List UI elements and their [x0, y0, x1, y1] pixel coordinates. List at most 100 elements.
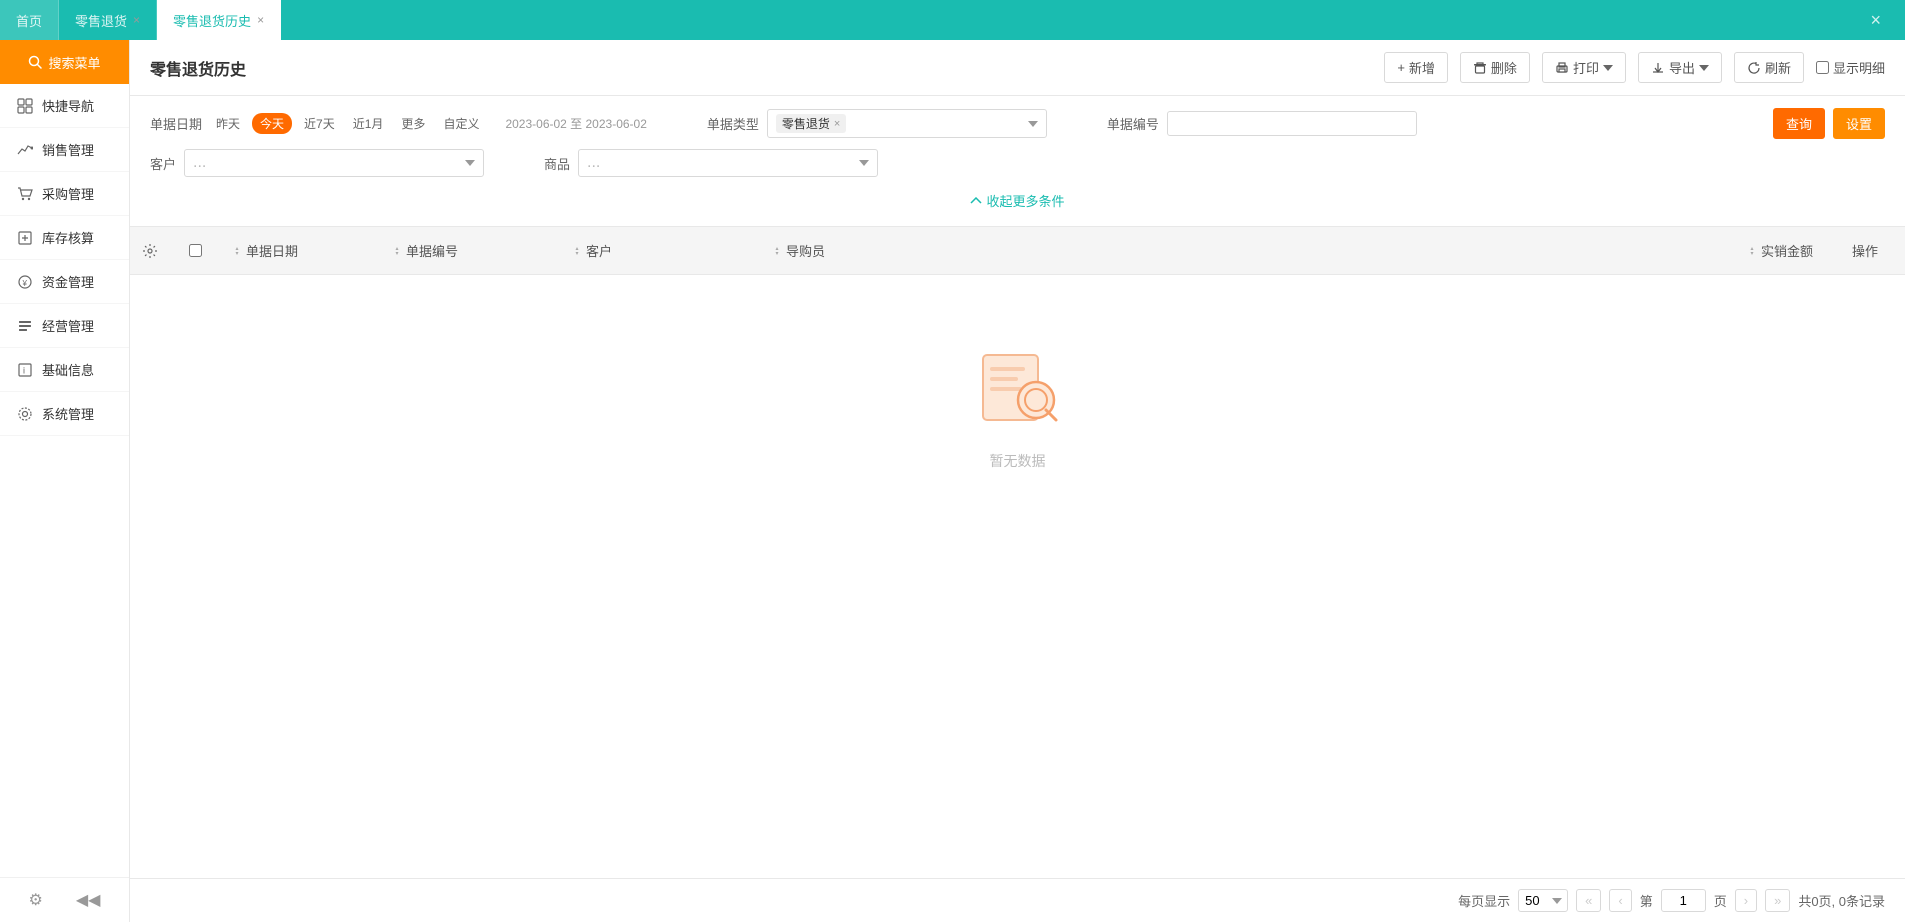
empty-state: 暂无数据 — [130, 275, 1905, 531]
tab-retail-return-history-label: 零售退货历史 — [173, 11, 251, 30]
pagination-next[interactable]: › — [1735, 889, 1757, 912]
settings-button[interactable]: 设置 — [1833, 108, 1885, 139]
per-page-label: 每页显示 — [1458, 891, 1510, 910]
pagination-first[interactable]: « — [1576, 889, 1601, 912]
select-all-checkbox[interactable] — [189, 244, 202, 257]
top-bar-right: × — [1862, 10, 1905, 31]
search-icon — [28, 55, 42, 69]
collapse-icon — [970, 197, 982, 205]
tab-retail-return-history-close[interactable]: × — [257, 13, 264, 27]
sidebar-item-system-mgmt[interactable]: 系统管理 — [0, 392, 129, 436]
tab-retail-return-label: 零售退货 — [75, 11, 127, 30]
delete-button[interactable]: 删除 — [1460, 52, 1530, 83]
th-date[interactable]: 单据日期 — [220, 235, 380, 266]
export-dropdown-icon — [1699, 65, 1709, 71]
sidebar-item-basic-info[interactable]: i 基础信息 — [0, 348, 129, 392]
show-detail-checkbox-label[interactable]: 显示明细 — [1816, 58, 1885, 77]
sort-date-icon — [232, 246, 242, 256]
system-mgmt-label: 系统管理 — [42, 404, 94, 423]
th-amount[interactable]: 实销金额 — [910, 235, 1825, 266]
goods-select[interactable]: ... — [578, 149, 878, 177]
th-bill-no[interactable]: 单据编号 — [380, 235, 560, 266]
bill-no-input[interactable] — [1167, 111, 1417, 136]
th-customer[interactable]: 客户 — [560, 235, 760, 266]
empty-icon — [968, 335, 1068, 435]
th-guide[interactable]: 导购员 — [760, 235, 910, 266]
date-btn-custom[interactable]: 自定义 — [437, 113, 485, 134]
settings-label: 设置 — [1846, 114, 1872, 133]
finance-label: 资金管理 — [42, 272, 94, 291]
tab-home-label: 首页 — [16, 11, 42, 30]
date-btn-yesterday[interactable]: 昨天 — [210, 113, 246, 134]
page-number-input[interactable] — [1661, 889, 1706, 912]
tab-retail-return[interactable]: 零售退货 × — [59, 0, 157, 40]
svg-text:i: i — [23, 365, 25, 375]
delete-icon — [1473, 61, 1487, 75]
th-customer-label: 客户 — [586, 241, 612, 260]
inventory-icon — [16, 229, 34, 247]
goods-dropdown-icon — [859, 160, 869, 166]
customer-select[interactable]: ... — [184, 149, 484, 177]
th-amount-label: 实销金额 — [1761, 241, 1813, 260]
quick-nav-label: 快捷导航 — [42, 96, 94, 115]
date-btn-1month[interactable]: 近1月 — [347, 113, 390, 134]
sidebar-item-inventory[interactable]: 库存核算 — [0, 216, 129, 260]
print-label: 打印 — [1573, 58, 1599, 77]
query-button[interactable]: 查询 — [1773, 108, 1825, 139]
app-close-button[interactable]: × — [1862, 10, 1889, 31]
tab-retail-return-close[interactable]: × — [133, 13, 140, 27]
bill-type-tag-close[interactable]: × — [834, 118, 840, 130]
settings-bottom-icon[interactable]: ⚙ — [29, 890, 43, 910]
sidebar-item-sales-mgmt[interactable]: 销售管理 — [0, 128, 129, 172]
operations-icon — [16, 317, 34, 335]
customer-filter-label: 客户 — [150, 154, 176, 173]
date-btn-more[interactable]: 更多 — [395, 113, 431, 134]
sales-mgmt-label: 销售管理 — [42, 140, 94, 159]
sidebar: 搜索菜单 快捷导航 销售管理 — [0, 40, 130, 922]
print-button[interactable]: 打印 — [1542, 52, 1626, 83]
export-label: 导出 — [1669, 58, 1695, 77]
goods-filter-label: 商品 — [544, 154, 570, 173]
basic-info-label: 基础信息 — [42, 360, 94, 379]
sidebar-item-operations[interactable]: 经营管理 — [0, 304, 129, 348]
date-btn-today[interactable]: 今天 — [252, 113, 292, 134]
show-detail-checkbox[interactable] — [1816, 61, 1829, 74]
th-checkbox[interactable] — [170, 238, 220, 263]
filter-collapse-button[interactable]: 收起更多条件 — [150, 187, 1885, 214]
th-settings[interactable] — [130, 237, 170, 265]
pagination-last[interactable]: » — [1765, 889, 1790, 912]
top-bar: 首页 零售退货 × 零售退货历史 × × — [0, 0, 1905, 40]
sidebar-item-finance[interactable]: ¥ 资金管理 — [0, 260, 129, 304]
sidebar-item-quick-nav[interactable]: 快捷导航 — [0, 84, 129, 128]
bill-type-filter-item: 单据类型 零售退货 × — [707, 109, 1047, 138]
customer-placeholder: ... — [193, 154, 206, 172]
date-btn-7days[interactable]: 近7天 — [298, 113, 341, 134]
search-menu-label: 搜索菜单 — [48, 53, 100, 72]
customer-filter-item: 客户 ... — [150, 149, 484, 177]
new-label: 新增 — [1409, 58, 1435, 77]
query-label: 查询 — [1786, 114, 1812, 133]
refresh-icon — [1747, 61, 1761, 75]
date-range-display: 2023-06-02 至 2023-06-02 — [505, 115, 646, 132]
per-page-select[interactable]: 50 10 20 100 — [1518, 889, 1568, 912]
sidebar-item-purchase-mgmt[interactable]: 采购管理 — [0, 172, 129, 216]
settings-icon[interactable] — [142, 243, 158, 259]
export-button[interactable]: 导出 — [1638, 52, 1722, 83]
total-info: 共0页, 0条记录 — [1798, 891, 1885, 910]
page-label: 第 — [1640, 891, 1653, 910]
sort-guide-icon — [772, 246, 782, 256]
bill-type-dropdown-icon — [1028, 121, 1038, 127]
bill-type-select[interactable]: 零售退货 × — [767, 109, 1047, 138]
system-mgmt-icon — [16, 405, 34, 423]
th-operation: 操作 — [1825, 235, 1905, 266]
new-button[interactable]: + 新增 — [1384, 52, 1448, 83]
collapse-sidebar-icon[interactable]: ◀◀ — [76, 890, 101, 910]
bill-type-tag-label: 零售退货 — [782, 115, 830, 132]
search-menu-button[interactable]: 搜索菜单 — [0, 40, 129, 84]
tab-retail-return-history[interactable]: 零售退货历史 × — [157, 0, 281, 40]
collapse-label: 收起更多条件 — [986, 191, 1064, 210]
tab-home[interactable]: 首页 — [0, 0, 59, 40]
sort-bill-icon — [392, 246, 402, 256]
refresh-button[interactable]: 刷新 — [1734, 52, 1804, 83]
pagination-prev[interactable]: ‹ — [1609, 889, 1631, 912]
